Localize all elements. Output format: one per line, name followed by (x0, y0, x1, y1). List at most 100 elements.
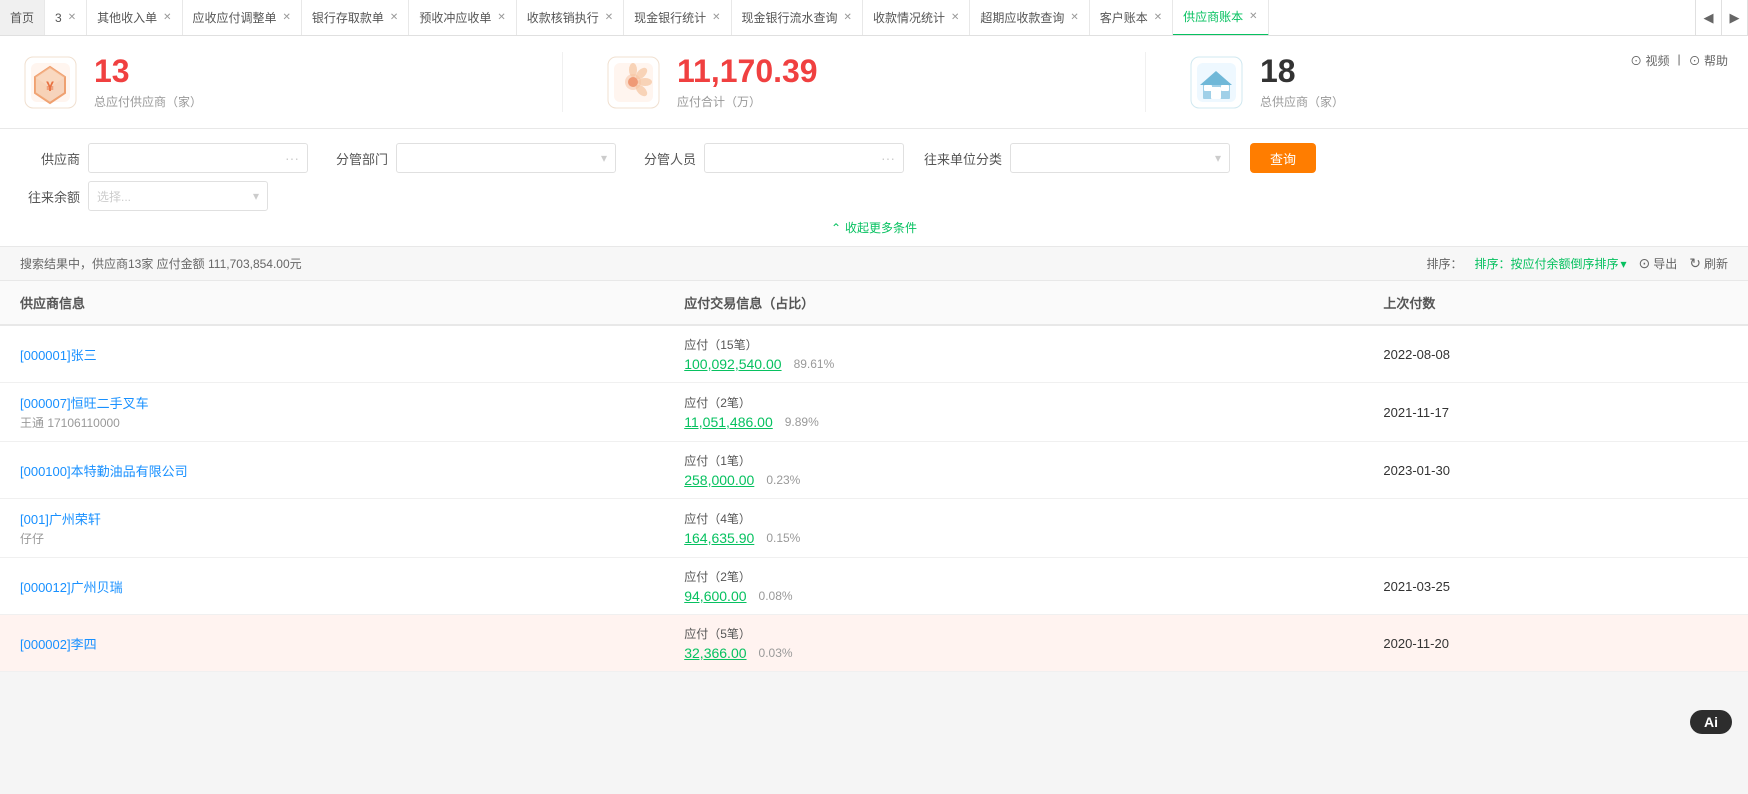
nav-tab-bank-deposit[interactable]: 银行存取款单 ✕ (302, 0, 409, 36)
nav-tab-cash-bank-stat-label: 现金银行统计 (634, 9, 706, 26)
supplier-link-2[interactable]: [000100]本特勤油品有限公司 (20, 464, 188, 479)
person-label: 分管人员 (636, 149, 696, 168)
nav-tab-bank-deposit-close[interactable]: ✕ (390, 12, 398, 23)
unit-class-label: 往来单位分类 (924, 149, 1002, 168)
table-row: [000012]广州贝瑞应付（2笔）94,600.000.08%2021-03-… (0, 558, 1748, 615)
ai-button[interactable]: Ai (1690, 710, 1732, 734)
nav-tab-bank-deposit-label: 银行存取款单 (312, 9, 384, 26)
balance-label: 往来余额 (20, 187, 80, 206)
nav-tab-3-close[interactable]: ✕ (68, 12, 76, 23)
nav-tab-prepaid-ar-close[interactable]: ✕ (497, 12, 505, 23)
nav-tab-ar-ap-adjust-close[interactable]: ✕ (283, 12, 291, 23)
collapse-chevron-icon: ⌃ (831, 221, 841, 235)
person-dots-icon[interactable]: ··· (881, 150, 895, 166)
payable-notes-0: 应付（15笔） (684, 336, 1343, 353)
amount-link-4[interactable]: 94,600.00 (684, 588, 746, 604)
nav-scroll-left[interactable]: ◀ (1696, 0, 1722, 36)
refresh-label: 刷新 (1704, 255, 1728, 272)
supplier-table: 供应商信息 应付交易信息（占比） 上次付数 [000001]张三 应付（15笔） 1… (0, 281, 1748, 672)
nav-tab-ar-ap-adjust-label: 应收应付调整单 (193, 9, 277, 26)
summary-card-payable-suppliers: ¥ 13 总应付供应商（家） (20, 52, 562, 112)
payable-notes-4: 应付（2笔） (684, 568, 1343, 585)
card-content-payable-suppliers: 13 总应付供应商（家） (94, 54, 202, 110)
export-label: 导出 (1653, 255, 1677, 272)
nav-tab-supplier-ledger-label: 供应商账本 (1183, 8, 1243, 25)
nav-tab-customer-ledger[interactable]: 客户账本 ✕ (1090, 0, 1173, 36)
supplier-cell-5: [000002]李四 (0, 615, 664, 672)
supplier-cell-4: [000012]广州贝瑞 (0, 558, 664, 615)
nav-tab-3-label: 3 (55, 11, 62, 25)
th-payable-info: 应付交易信息（占比） (664, 281, 1363, 325)
result-bar: 搜索结果中，供应商13家 应付金额 111,703,854.00元 排序： 排序… (0, 247, 1748, 281)
nav-tab-cash-bank-flow-close[interactable]: ✕ (844, 12, 852, 23)
summary-card-payable-total: 11,170.39 应付合计（万） (562, 52, 1145, 112)
person-input[interactable]: ··· (704, 143, 904, 173)
percentage-1: 9.89% (785, 415, 819, 429)
result-info: 搜索结果中，供应商13家 应付金额 111,703,854.00元 (20, 255, 302, 272)
last-payment-cell-0: 2022-08-08 (1363, 325, 1748, 383)
nav-tab-other-income[interactable]: 其他收入单 ✕ (87, 0, 182, 36)
supplier-link-0[interactable]: [000001]张三 (20, 348, 97, 363)
payable-suppliers-label: 总应付供应商（家） (94, 93, 202, 110)
nav-tab-ar-ap-adjust[interactable]: 应收应付调整单 ✕ (183, 0, 302, 36)
unit-class-select[interactable]: ▾ (1010, 143, 1230, 173)
nav-tab-receipt-verify-close[interactable]: ✕ (605, 12, 613, 23)
nav-tab-customer-ledger-close[interactable]: ✕ (1154, 12, 1162, 23)
total-suppliers-label: 总供应商（家） (1260, 93, 1344, 110)
dept-chevron-icon: ▾ (601, 151, 607, 165)
supplier-contact-1: 王通 17106110000 (20, 414, 644, 431)
amount-link-1[interactable]: 11,051,486.00 (684, 414, 773, 430)
card-content-payable-total: 11,170.39 应付合计（万） (677, 54, 818, 110)
nav-tab-receipt-stat-close[interactable]: ✕ (951, 12, 959, 23)
collapse-button[interactable]: ⌃ 收起更多条件 (831, 219, 917, 236)
supplier-input[interactable]: ··· (88, 143, 308, 173)
percentage-3: 0.15% (766, 531, 800, 545)
amount-link-3[interactable]: 164,635.90 (684, 530, 754, 546)
dept-select[interactable]: ▾ (396, 143, 616, 173)
payable-suppliers-value: 13 (94, 54, 202, 89)
amount-link-0[interactable]: 100,092,540.00 (684, 356, 781, 372)
supplier-link-3[interactable]: [001]广州荣轩 (20, 512, 101, 527)
nav-tab-receipt-verify[interactable]: 收款核销执行 ✕ (517, 0, 624, 36)
refresh-button[interactable]: ↻ 刷新 (1689, 255, 1728, 272)
nav-tab-home[interactable]: 首页 (0, 0, 45, 36)
total-suppliers-value: 18 (1260, 54, 1344, 89)
query-button[interactable]: 查询 (1250, 143, 1316, 173)
sort-select[interactable]: 排序：按应付余额倒序排序 ▾ (1474, 255, 1626, 272)
payable-total-label: 应付合计（万） (677, 93, 818, 110)
nav-tab-prepaid-ar[interactable]: 预收冲应收单 ✕ (409, 0, 516, 36)
nav-tab-supplier-ledger-close[interactable]: ✕ (1249, 11, 1257, 22)
balance-select[interactable]: 选择... ▾ (88, 181, 268, 211)
svg-text:¥: ¥ (46, 78, 54, 94)
nav-tab-customer-ledger-label: 客户账本 (1100, 9, 1148, 26)
nav-tab-overdue-ar[interactable]: 超期应收款查询 ✕ (970, 0, 1089, 36)
payable-cell-2: 应付（1笔）258,000.000.23% (664, 442, 1363, 499)
last-payment-cell-3 (1363, 499, 1748, 558)
help-link[interactable]: ⊙ 帮助 (1689, 52, 1728, 69)
th-last-payment: 上次付数 (1363, 281, 1748, 325)
last-payment-cell-4: 2021-03-25 (1363, 558, 1748, 615)
supplier-dots-icon[interactable]: ··· (285, 150, 299, 166)
amount-link-2[interactable]: 258,000.00 (684, 472, 754, 488)
nav-tab-cash-bank-stat-close[interactable]: ✕ (712, 12, 720, 23)
last-payment-cell-5: 2020-11-20 (1363, 615, 1748, 672)
nav-tab-other-income-close[interactable]: ✕ (163, 12, 171, 23)
nav-tab-3[interactable]: 3 ✕ (45, 0, 87, 36)
supplier-link-1[interactable]: [000007]恒旺二手叉车 (20, 396, 149, 411)
export-button[interactable]: ⊙ 导出 (1639, 255, 1678, 272)
amount-link-5[interactable]: 32,366.00 (684, 645, 746, 661)
data-table-container: 供应商信息 应付交易信息（占比） 上次付数 [000001]张三 应付（15笔） 1… (0, 281, 1748, 672)
supplier-link-5[interactable]: [000002]李四 (20, 637, 97, 652)
payable-notes-1: 应付（2笔） (684, 394, 1343, 411)
search-bar: 供应商 ··· 分管部门 ▾ 分管人员 ··· 往来单位分类 (0, 129, 1748, 247)
nav-tab-cash-bank-flow[interactable]: 现金银行流水查询 ✕ (732, 0, 863, 36)
refresh-icon: ↻ (1689, 255, 1701, 272)
th-supplier-info: 供应商信息 (0, 281, 664, 325)
nav-tab-supplier-ledger[interactable]: 供应商账本 ✕ (1173, 0, 1268, 36)
video-link[interactable]: ⊙ 视频 (1630, 52, 1669, 69)
nav-tab-overdue-ar-close[interactable]: ✕ (1070, 12, 1078, 23)
nav-scroll-right[interactable]: ▶ (1722, 0, 1748, 36)
nav-tab-receipt-stat[interactable]: 收款情况统计 ✕ (863, 0, 970, 36)
supplier-link-4[interactable]: [000012]广州贝瑞 (20, 580, 123, 595)
nav-tab-cash-bank-stat[interactable]: 现金银行统计 ✕ (624, 0, 731, 36)
